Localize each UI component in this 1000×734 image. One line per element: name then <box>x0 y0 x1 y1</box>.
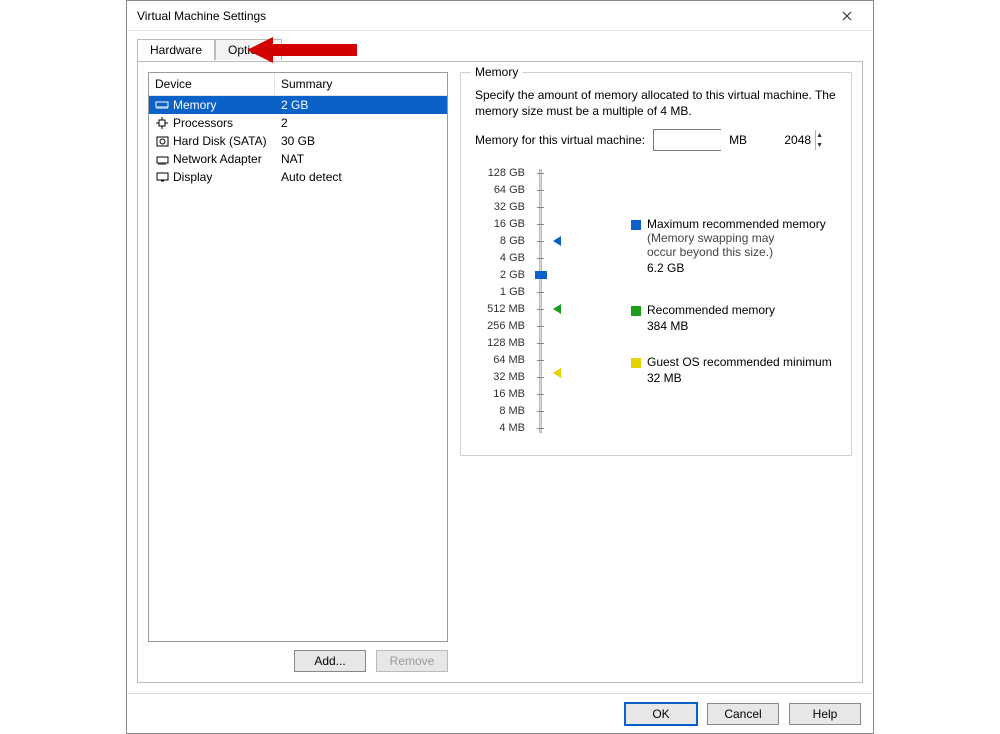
tick-mark <box>537 343 544 344</box>
dialog-footer: OK Cancel Help <box>127 693 873 733</box>
memory-field-label: Memory for this virtual machine: <box>475 133 645 147</box>
device-row-memory[interactable]: Memory 2 GB <box>149 96 447 114</box>
disk-icon <box>155 135 169 147</box>
tick-mark <box>537 173 544 174</box>
tick-mark <box>537 190 544 191</box>
pointer-guest-icon <box>553 368 561 378</box>
memory-slider[interactable] <box>531 165 601 437</box>
device-row-nic[interactable]: Network Adapter NAT <box>149 150 447 168</box>
memory-spinner[interactable]: ▲ ▼ <box>653 129 721 151</box>
pointer-rec-icon <box>553 304 561 314</box>
device-name: Network Adapter <box>173 152 262 166</box>
settings-panel: Memory Specify the amount of memory allo… <box>460 72 852 672</box>
slider-thumb[interactable] <box>535 271 547 279</box>
column-header-device[interactable]: Device <box>149 73 275 95</box>
memory-icon <box>155 99 169 111</box>
tick-label: 32 GB <box>475 199 531 216</box>
listview-body: Memory 2 GB Processors 2 Hard Disk (SATA) 30 … <box>149 96 447 641</box>
tick-mark <box>537 394 544 395</box>
tick-label: 2 GB <box>475 267 531 284</box>
window-title: Virtual Machine Settings <box>137 9 827 23</box>
memory-slider-area: 128 GB64 GB32 GB16 GB8 GB4 GB2 GB1 GB512… <box>475 165 837 437</box>
memory-unit: MB <box>729 133 747 147</box>
tick-label: 1 GB <box>475 284 531 301</box>
tick-mark <box>537 377 544 378</box>
add-device-button[interactable]: Add... <box>294 650 366 672</box>
memory-tick-labels: 128 GB64 GB32 GB16 GB8 GB4 GB2 GB1 GB512… <box>475 165 531 437</box>
memory-group-label: Memory <box>471 65 522 79</box>
tick-label: 64 GB <box>475 182 531 199</box>
tick-label: 16 GB <box>475 216 531 233</box>
device-row-display[interactable]: Display Auto detect <box>149 168 447 186</box>
cpu-icon <box>155 117 169 129</box>
listview-header: Device Summary <box>149 73 447 96</box>
device-row-cpu[interactable]: Processors 2 <box>149 114 447 132</box>
tab-page-hardware: Device Summary Memory 2 GB Processors 2 Hard… <box>137 61 863 683</box>
tick-label: 64 MB <box>475 352 531 369</box>
spinner-down[interactable]: ▼ <box>816 140 823 150</box>
device-name: Hard Disk (SATA) <box>173 134 267 148</box>
tick-label: 8 MB <box>475 403 531 420</box>
tick-mark <box>537 207 544 208</box>
device-name: Memory <box>173 98 216 112</box>
tick-mark <box>537 224 544 225</box>
legend-recommended: Recommended memory 384 MB <box>631 303 837 333</box>
tick-label: 4 MB <box>475 420 531 437</box>
legend-max: Maximum recommended memory (Memory swapp… <box>631 217 837 275</box>
tick-mark <box>537 309 544 310</box>
tick-mark <box>537 292 544 293</box>
cancel-button[interactable]: Cancel <box>707 703 779 725</box>
help-button[interactable]: Help <box>789 703 861 725</box>
tabstrip: Hardware Options <box>137 37 863 61</box>
client-area: Hardware Options Device Summary Memory 2 … <box>127 31 873 693</box>
legend-guest-min: Guest OS recommended minimum 32 MB <box>631 355 837 385</box>
tick-label: 8 GB <box>475 233 531 250</box>
tick-mark <box>537 326 544 327</box>
device-name: Processors <box>173 116 233 130</box>
device-summary: NAT <box>275 152 447 166</box>
column-header-summary[interactable]: Summary <box>275 73 447 95</box>
tick-mark <box>537 428 544 429</box>
tick-label: 32 MB <box>475 369 531 386</box>
swatch-blue-icon <box>631 220 641 230</box>
close-icon <box>842 8 852 24</box>
tick-label: 4 GB <box>475 250 531 267</box>
device-summary: Auto detect <box>275 170 447 184</box>
device-summary: 2 <box>275 116 447 130</box>
swatch-green-icon <box>631 306 641 316</box>
tick-label: 128 GB <box>475 165 531 182</box>
swatch-yellow-icon <box>631 358 641 368</box>
tick-label: 512 MB <box>475 301 531 318</box>
window-close-button[interactable] <box>827 2 867 30</box>
pointer-max-icon <box>553 236 561 246</box>
memory-field-row: Memory for this virtual machine: ▲ ▼ MB <box>475 129 837 151</box>
device-summary: 2 GB <box>275 98 447 112</box>
device-buttons: Add... Remove <box>148 642 448 672</box>
vm-settings-window: Virtual Machine Settings Hardware Option… <box>126 0 874 734</box>
spinner-up[interactable]: ▲ <box>816 130 823 140</box>
device-panel: Device Summary Memory 2 GB Processors 2 Hard… <box>148 72 448 672</box>
nic-icon <box>155 153 169 165</box>
titlebar: Virtual Machine Settings <box>127 1 873 31</box>
tick-label: 256 MB <box>475 318 531 335</box>
spinner-buttons: ▲ ▼ <box>815 130 823 150</box>
tick-label: 128 MB <box>475 335 531 352</box>
memory-description: Specify the amount of memory allocated t… <box>475 87 837 119</box>
display-icon <box>155 171 169 183</box>
remove-device-button: Remove <box>376 650 448 672</box>
tab-options[interactable]: Options <box>215 39 282 60</box>
tab-hardware[interactable]: Hardware <box>137 39 215 61</box>
tick-label: 16 MB <box>475 386 531 403</box>
ok-button[interactable]: OK <box>625 703 697 725</box>
device-row-disk[interactable]: Hard Disk (SATA) 30 GB <box>149 132 447 150</box>
tick-mark <box>537 241 544 242</box>
tick-mark <box>537 360 544 361</box>
tick-mark <box>537 258 544 259</box>
device-listview[interactable]: Device Summary Memory 2 GB Processors 2 Hard… <box>148 72 448 642</box>
device-summary: 30 GB <box>275 134 447 148</box>
memory-legend: Maximum recommended memory (Memory swapp… <box>601 165 837 437</box>
device-name: Display <box>173 170 212 184</box>
tick-mark <box>537 411 544 412</box>
memory-group: Memory Specify the amount of memory allo… <box>460 72 852 456</box>
